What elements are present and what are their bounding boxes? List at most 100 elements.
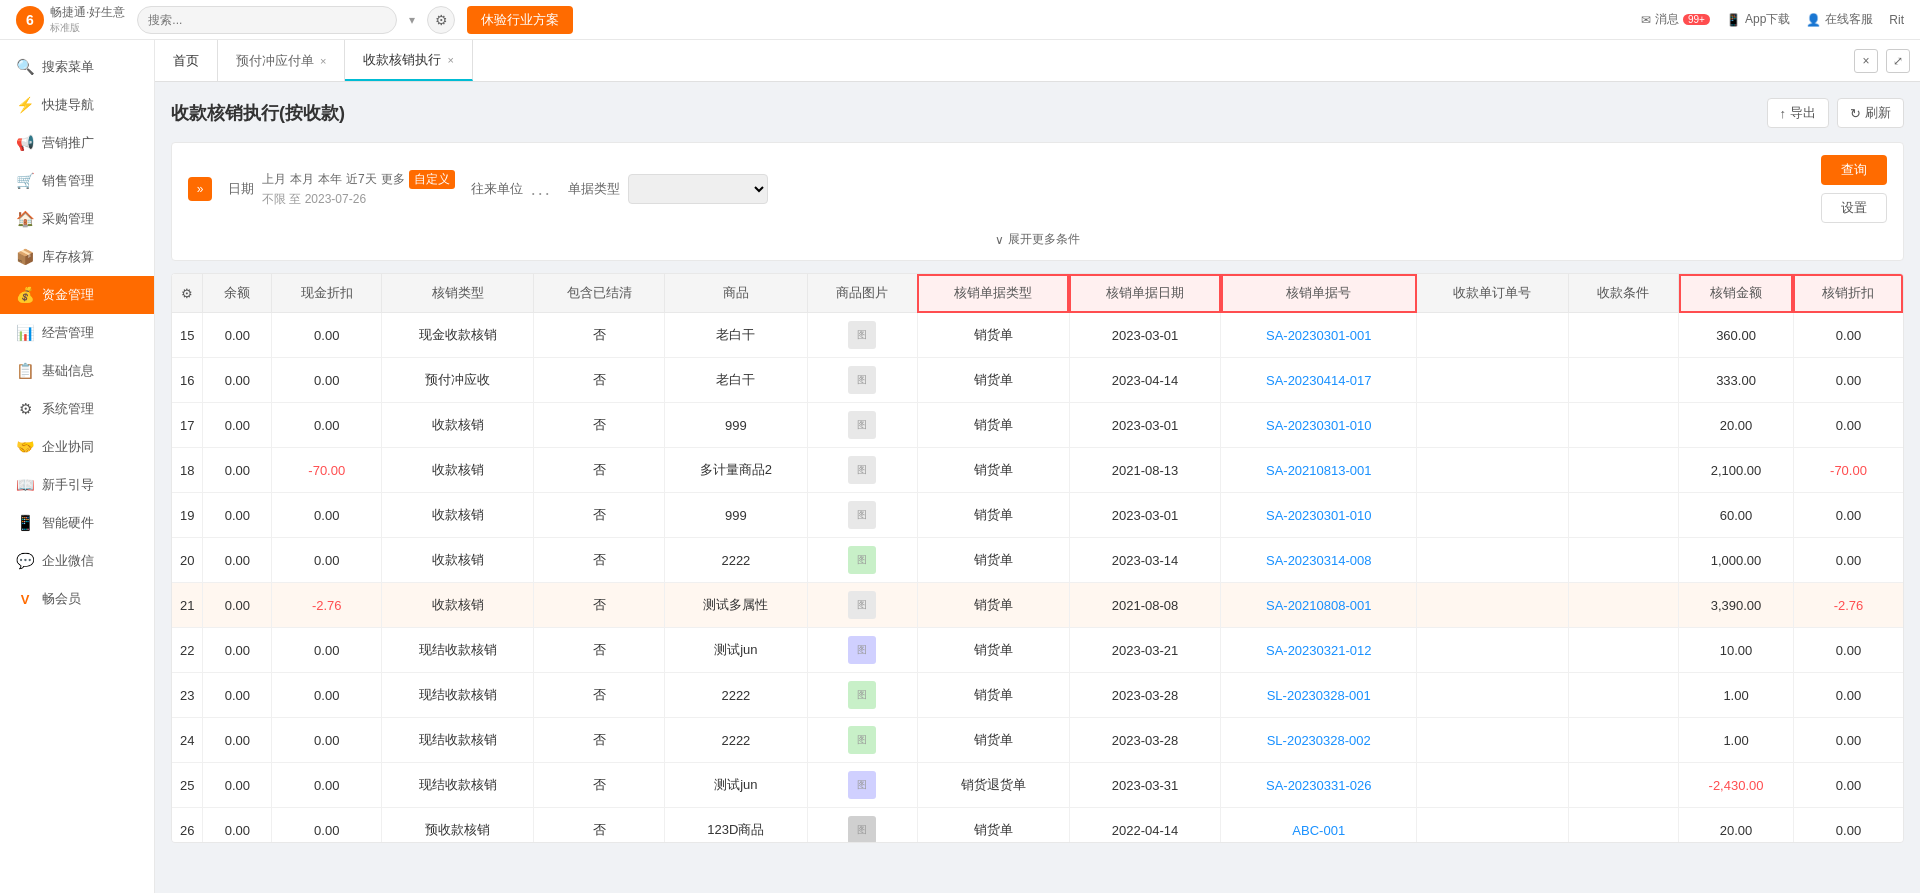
sidebar-item-hardware[interactable]: 📱 智能硬件 — [0, 504, 154, 542]
bill-no-link[interactable]: SA-20210808-001 — [1266, 598, 1372, 613]
cell-verify-discount: 0.00 — [1793, 538, 1903, 583]
from-unit-dots: ... — [531, 179, 552, 200]
col-goods: 商品 — [665, 274, 808, 313]
cell-verify-type: 现结收款核销 — [382, 763, 534, 808]
bill-no-link[interactable]: SL-20230328-001 — [1267, 688, 1371, 703]
cell-cash-discount: 0.00 — [272, 313, 382, 358]
sales-icon: 🛒 — [16, 172, 34, 190]
filter-bill-type-field: 单据类型 — [568, 174, 768, 204]
sidebar-item-basicinfo[interactable]: 📋 基础信息 — [0, 352, 154, 390]
tab-prepay-close-icon[interactable]: × — [320, 55, 326, 67]
top-search-input[interactable] — [137, 6, 397, 34]
sidebar-item-sales[interactable]: 🛒 销售管理 — [0, 162, 154, 200]
header-row: ⚙ 余额 现金折扣 核销类型 包含已结清 商品 商品图片 核销单据类型 核销单据… — [172, 274, 1903, 313]
table-row: 21 0.00 -2.76 收款核销 否 测试多属性 图 销货单 2021-08… — [172, 583, 1903, 628]
cell-bill-date: 2021-08-13 — [1069, 448, 1221, 493]
bill-no-link[interactable]: SA-20210813-001 — [1266, 463, 1372, 478]
page-header: 收款核销执行(按收款) ↑ 导出 ↻ 刷新 — [171, 98, 1904, 128]
cell-bill-no: SA-20210808-001 — [1221, 583, 1417, 628]
sidebar-item-marketing[interactable]: 📢 营销推广 — [0, 124, 154, 162]
sidebar-item-member[interactable]: V 畅会员 — [0, 580, 154, 618]
app-download-icon: 📱 — [1726, 13, 1741, 27]
cell-goods-img: 图 — [807, 628, 917, 673]
table-row: 25 0.00 0.00 现结收款核销 否 测试jun 图 销货退货单 2023… — [172, 763, 1903, 808]
cell-bill-date: 2023-03-28 — [1069, 673, 1221, 718]
table-row: 22 0.00 0.00 现结收款核销 否 测试jun 图 销货单 2023-0… — [172, 628, 1903, 673]
tab-collection[interactable]: 收款核销执行 × — [345, 40, 472, 81]
filter-toggle-button[interactable]: » — [188, 177, 212, 201]
cell-receipt-order — [1417, 673, 1569, 718]
bill-no-link[interactable]: SL-20230328-002 — [1267, 733, 1371, 748]
sidebar-label-finance: 资金管理 — [42, 286, 94, 304]
col-verify-amount: 核销金额 — [1679, 274, 1794, 313]
export-button[interactable]: ↑ 导出 — [1767, 98, 1830, 128]
query-button[interactable]: 查询 — [1821, 155, 1887, 185]
system-icon: ⚙ — [16, 400, 34, 418]
filter-date-field: 日期 上月 本月 本年 近7天 更多 自定义 不限 至 2023-07-26 — [228, 170, 455, 208]
sidebar-item-finance[interactable]: 💰 资金管理 — [0, 276, 154, 314]
message-button[interactable]: ✉ 消息 99+ — [1641, 11, 1710, 28]
cell-receipt-condition — [1568, 583, 1678, 628]
tab-expand-button[interactable]: ⤢ — [1886, 49, 1910, 73]
tab-home[interactable]: 首页 — [155, 40, 218, 81]
wechat-icon: 💬 — [16, 552, 34, 570]
sidebar-item-wechat[interactable]: 💬 企业微信 — [0, 542, 154, 580]
date-7days[interactable]: 近7天 — [346, 171, 377, 188]
col-goods-img: 商品图片 — [807, 274, 917, 313]
tab-close-window-button[interactable]: × — [1854, 49, 1878, 73]
user-name: Rit — [1889, 13, 1904, 27]
date-this-year[interactable]: 本年 — [318, 171, 342, 188]
export-icon: ↑ — [1780, 106, 1787, 121]
sidebar-label-sales: 销售管理 — [42, 172, 94, 190]
table-row: 19 0.00 0.00 收款核销 否 999 图 销货单 2023-03-01… — [172, 493, 1903, 538]
logo-icon: 6 — [16, 6, 44, 34]
bill-no-link[interactable]: SA-20230331-026 — [1266, 778, 1372, 793]
bill-no-link[interactable]: SA-20230314-008 — [1266, 553, 1372, 568]
cell-bill-date: 2022-04-14 — [1069, 808, 1221, 844]
bill-no-link[interactable]: SA-20230414-017 — [1266, 373, 1372, 388]
logo: 6 畅捷通·好生意 标准版 — [16, 4, 125, 35]
date-last-month[interactable]: 上月 — [262, 171, 286, 188]
tab-collection-close-icon[interactable]: × — [447, 54, 453, 66]
bill-no-link[interactable]: SA-20230321-012 — [1266, 643, 1372, 658]
cell-receipt-order — [1417, 358, 1569, 403]
cell-id: 24 — [172, 718, 203, 763]
date-custom[interactable]: 自定义 — [409, 170, 455, 189]
sidebar-item-company[interactable]: 🤝 企业协同 — [0, 428, 154, 466]
sidebar-item-search[interactable]: 🔍 搜索菜单 — [0, 48, 154, 86]
sidebar-item-system[interactable]: ⚙ 系统管理 — [0, 390, 154, 428]
online-service-button[interactable]: 👤 在线客服 — [1806, 11, 1873, 28]
date-more[interactable]: 更多 — [381, 171, 405, 188]
cell-receipt-condition — [1568, 358, 1678, 403]
col-settings[interactable]: ⚙ — [172, 274, 203, 313]
tab-prepay[interactable]: 预付冲应付单 × — [218, 40, 345, 81]
bill-no-link[interactable]: SA-20230301-001 — [1266, 328, 1372, 343]
bill-no-link[interactable]: SA-20230301-010 — [1266, 418, 1372, 433]
cell-cash-discount: 0.00 — [272, 358, 382, 403]
cell-bill-type: 销货单 — [917, 583, 1069, 628]
cell-include-settled: 否 — [534, 628, 665, 673]
cell-goods-img: 图 — [807, 403, 917, 448]
sidebar-item-guide[interactable]: 📖 新手引导 — [0, 466, 154, 504]
finance-icon: 💰 — [16, 286, 34, 304]
tab-bar-controls: × ⤢ — [1844, 40, 1920, 81]
cell-bill-no: SA-20210813-001 — [1221, 448, 1417, 493]
filter-setting-button[interactable]: 设置 — [1821, 193, 1887, 223]
sidebar-item-stock[interactable]: 📦 库存核算 — [0, 238, 154, 276]
cell-balance: 0.00 — [203, 628, 272, 673]
cell-verify-discount: -70.00 — [1793, 448, 1903, 493]
sidebar-item-purchase[interactable]: 🏠 采购管理 — [0, 200, 154, 238]
refresh-button[interactable]: ↻ 刷新 — [1837, 98, 1904, 128]
industry-solution-button[interactable]: 休验行业方案 — [467, 6, 573, 34]
expand-more-filters-button[interactable]: ∨ 展开更多条件 — [995, 231, 1080, 248]
bill-type-select[interactable] — [628, 174, 768, 204]
app-download-button[interactable]: 📱 App下载 — [1726, 11, 1790, 28]
bill-no-link[interactable]: ABC-001 — [1292, 823, 1345, 838]
sidebar-label-member: 畅会员 — [42, 590, 81, 608]
gear-settings-button[interactable]: ⚙ — [427, 6, 455, 34]
bill-no-link[interactable]: SA-20230301-010 — [1266, 508, 1372, 523]
sidebar-item-quicknav[interactable]: ⚡ 快捷导航 — [0, 86, 154, 124]
sidebar-item-management[interactable]: 📊 经营管理 — [0, 314, 154, 352]
cell-receipt-order — [1417, 718, 1569, 763]
date-this-month[interactable]: 本月 — [290, 171, 314, 188]
